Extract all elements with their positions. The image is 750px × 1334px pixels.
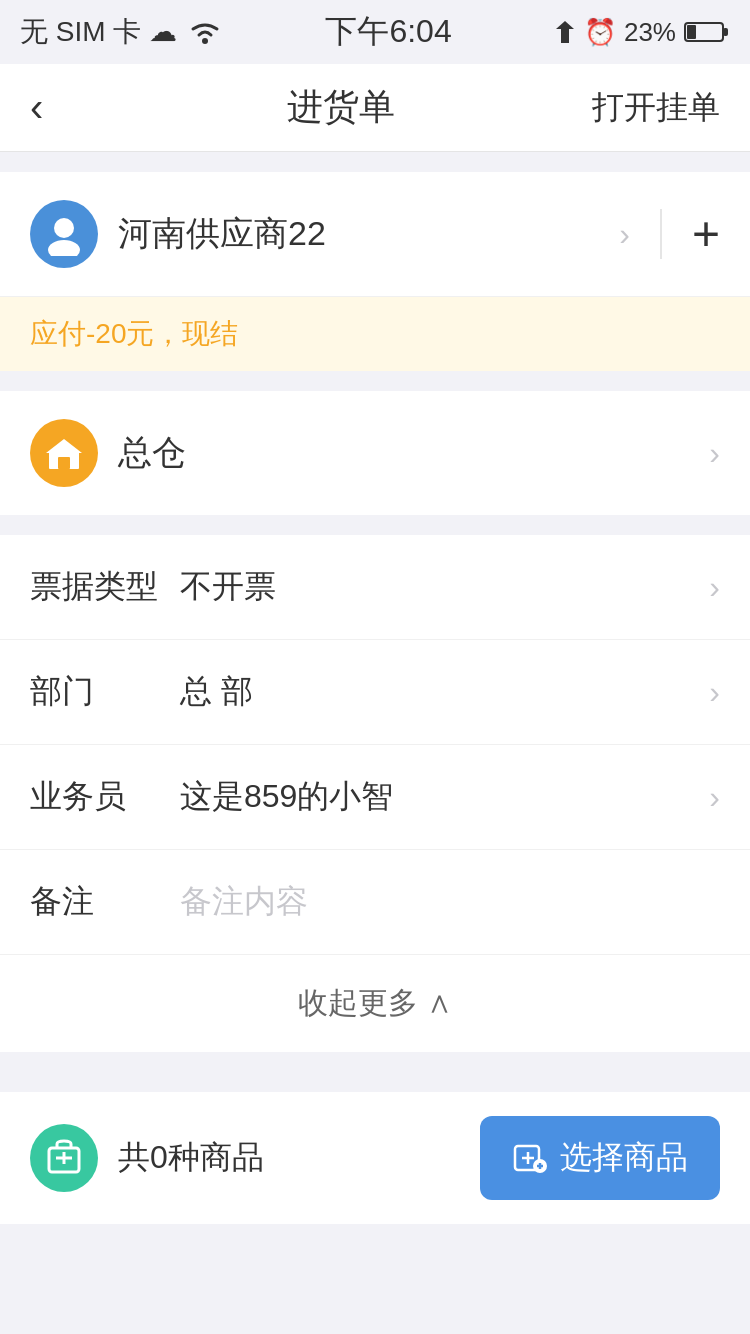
- location-icon: [554, 19, 576, 45]
- salesman-label: 业务员: [30, 775, 160, 819]
- section-gap-2: [0, 371, 750, 391]
- battery-text: 23%: [624, 17, 676, 48]
- open-pending-button[interactable]: 打开挂单: [592, 86, 720, 130]
- svg-point-0: [202, 38, 208, 44]
- supplier-name: 河南供应商22: [118, 211, 619, 257]
- svg-point-5: [48, 240, 80, 256]
- invoice-value: 不开票: [160, 565, 709, 609]
- invoice-chevron-icon: ›: [709, 569, 720, 606]
- status-left: 无 SIM 卡 ☁: [20, 13, 223, 51]
- select-btn-label: 选择商品: [560, 1136, 688, 1180]
- warehouse-section: 总仓 ›: [0, 391, 750, 515]
- supplier-row[interactable]: 河南供应商22 › +: [0, 172, 750, 297]
- svg-point-4: [54, 218, 74, 238]
- dept-row[interactable]: 部门 总 部 ›: [0, 640, 750, 745]
- select-product-button[interactable]: 选择商品: [480, 1116, 720, 1200]
- form-section: 票据类型 不开票 › 部门 总 部 › 业务员 这是859的小智 › 备注 备注…: [0, 535, 750, 954]
- battery-icon: [684, 20, 730, 44]
- remark-row[interactable]: 备注 备注内容: [0, 850, 750, 954]
- salesman-value: 这是859的小智: [160, 775, 709, 819]
- sim-label: 无 SIM 卡 ☁: [20, 13, 177, 51]
- status-time: 下午6:04: [325, 10, 451, 54]
- page-title: 进货单: [287, 83, 395, 132]
- section-gap-3: [0, 515, 750, 535]
- svg-rect-8: [58, 457, 70, 469]
- collapse-label: 收起更多 ∧: [298, 983, 451, 1024]
- wifi-icon: [187, 19, 223, 45]
- svg-marker-7: [46, 439, 82, 453]
- product-icon: [30, 1124, 98, 1192]
- status-bar: 无 SIM 卡 ☁ 下午6:04 ⏰ 23%: [0, 0, 750, 64]
- add-supplier-button[interactable]: +: [692, 210, 720, 258]
- nav-bar: ‹ 进货单 打开挂单: [0, 64, 750, 152]
- vertical-divider: [660, 209, 662, 259]
- supplier-actions: › +: [619, 209, 720, 259]
- warehouse-row[interactable]: 总仓 ›: [0, 391, 750, 515]
- notice-bar: 应付-20元，现结: [0, 297, 750, 371]
- collapse-button[interactable]: 收起更多 ∧: [0, 954, 750, 1052]
- dept-label: 部门: [30, 670, 160, 714]
- invoice-label: 票据类型: [30, 565, 160, 609]
- alarm-icon: ⏰: [584, 17, 616, 48]
- back-button[interactable]: ‹: [30, 85, 90, 130]
- warehouse-name: 总仓: [118, 430, 709, 476]
- svg-rect-2: [723, 28, 728, 36]
- dept-value: 总 部: [160, 670, 709, 714]
- product-section: 共0种商品 选择商品: [0, 1092, 750, 1224]
- remark-label: 备注: [30, 880, 160, 924]
- supplier-section: 河南供应商22 › + 应付-20元，现结: [0, 172, 750, 371]
- salesman-row[interactable]: 业务员 这是859的小智 ›: [0, 745, 750, 850]
- select-product-icon: [512, 1140, 548, 1176]
- section-gap-4: [0, 1052, 750, 1072]
- product-count: 共0种商品: [118, 1136, 480, 1180]
- status-right: ⏰ 23%: [554, 17, 730, 48]
- remark-input[interactable]: 备注内容: [160, 880, 720, 924]
- warehouse-chevron-icon: ›: [709, 435, 720, 472]
- supplier-avatar: [30, 200, 98, 268]
- invoice-row[interactable]: 票据类型 不开票 ›: [0, 535, 750, 640]
- section-gap-1: [0, 152, 750, 172]
- salesman-chevron-icon: ›: [709, 779, 720, 816]
- svg-rect-3: [687, 25, 696, 39]
- dept-chevron-icon: ›: [709, 674, 720, 711]
- warehouse-icon: [30, 419, 98, 487]
- supplier-chevron-icon: ›: [619, 216, 630, 253]
